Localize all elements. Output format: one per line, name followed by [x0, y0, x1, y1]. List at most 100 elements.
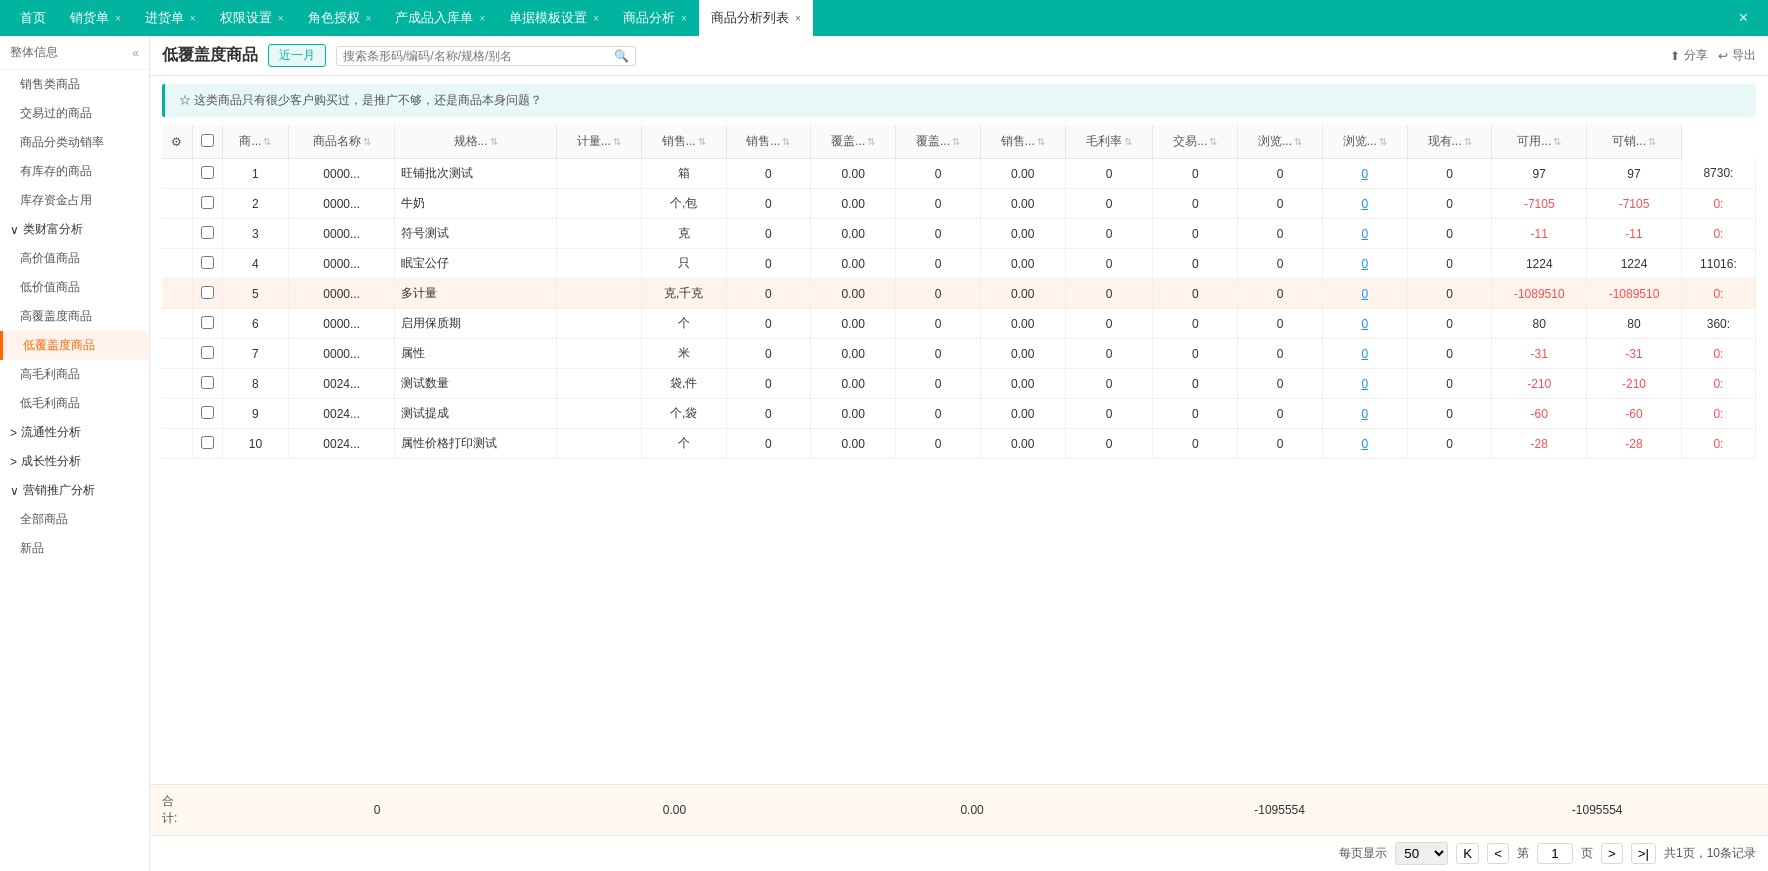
- cell-sellable: 11016:: [1681, 249, 1755, 279]
- sidebar-item-in-stock[interactable]: 有库存的商品: [0, 157, 149, 186]
- table-row: 8 0024... 测试数量 袋,件 0 0.00 0 0.00 0 0 0 0…: [162, 369, 1756, 399]
- nav-role[interactable]: 角色授权 ×: [296, 0, 384, 36]
- nav-product-inbound[interactable]: 产成品入库单 ×: [383, 0, 497, 36]
- cell-check[interactable]: [192, 399, 222, 429]
- nav-sales[interactable]: 销货单 ×: [58, 0, 133, 36]
- sidebar-item-low-coverage[interactable]: 低覆盖度商品: [0, 331, 149, 360]
- cell-check[interactable]: [192, 159, 222, 189]
- cell-sale-qty: 0: [726, 159, 811, 189]
- cell-sellable: 0:: [1681, 369, 1755, 399]
- sidebar-item-high-coverage[interactable]: 高覆盖度商品: [0, 302, 149, 331]
- cell-sale-qty: 0: [726, 219, 811, 249]
- table-row: 1 0000... 旺铺批次测试 箱 0 0.00 0 0.00 0 0 0 0…: [162, 159, 1756, 189]
- cell-code: 0024...: [289, 429, 395, 459]
- table-row: 2 0000... 牛奶 个,包 0 0.00 0 0.00 0 0 0 0 0…: [162, 189, 1756, 219]
- nav-role-close[interactable]: ×: [366, 13, 372, 24]
- cell-check[interactable]: [192, 249, 222, 279]
- cell-check[interactable]: [192, 279, 222, 309]
- first-page-button[interactable]: K: [1456, 843, 1479, 864]
- col-header-check[interactable]: [192, 125, 222, 159]
- cell-browse1[interactable]: 0: [1322, 339, 1407, 369]
- cell-cover1: 0: [896, 429, 981, 459]
- cell-check[interactable]: [192, 189, 222, 219]
- cell-settings: [162, 369, 192, 399]
- nav-template-settings[interactable]: 单据模板设置 ×: [497, 0, 611, 36]
- search-input[interactable]: [343, 49, 614, 63]
- cell-spec: [557, 189, 642, 219]
- table-row: 4 0000... 眠宝公仔 只 0 0.00 0 0.00 0 0 0 0 0…: [162, 249, 1756, 279]
- nav-sales-close[interactable]: ×: [115, 13, 121, 24]
- cell-browse1[interactable]: 0: [1322, 429, 1407, 459]
- cell-browse1[interactable]: 0: [1322, 189, 1407, 219]
- cell-cover1: 0: [896, 279, 981, 309]
- nav-template-close[interactable]: ×: [593, 13, 599, 24]
- sidebar-section-wealth[interactable]: ∨ 类财富分析: [0, 215, 149, 244]
- select-all-checkbox[interactable]: [201, 134, 214, 147]
- page-size-select[interactable]: 50 20 100: [1395, 842, 1448, 865]
- sidebar-item-high-value[interactable]: 高价值商品: [0, 244, 149, 273]
- next-page-button[interactable]: >: [1601, 843, 1623, 864]
- col-header-settings[interactable]: ⚙: [162, 125, 192, 159]
- sidebar-item-low-value[interactable]: 低价值商品: [0, 273, 149, 302]
- cell-check[interactable]: [192, 219, 222, 249]
- page-number-input[interactable]: [1537, 843, 1573, 864]
- cell-browse1[interactable]: 0: [1322, 399, 1407, 429]
- cell-name: 属性: [394, 339, 556, 369]
- nav-product-inbound-close[interactable]: ×: [479, 13, 485, 24]
- prev-page-button[interactable]: <: [1487, 843, 1509, 864]
- sidebar-collapse-btn[interactable]: «: [132, 46, 139, 60]
- nav-purchase[interactable]: 进货单 ×: [133, 0, 208, 36]
- search-icon[interactable]: 🔍: [614, 49, 629, 63]
- nav-permission[interactable]: 权限设置 ×: [208, 0, 296, 36]
- export-button[interactable]: ↩ 导出: [1718, 47, 1756, 64]
- nav-analysis-list[interactable]: 商品分析列表 ×: [699, 0, 813, 36]
- cell-profit-rate: 0: [1153, 219, 1238, 249]
- sidebar-section-growth[interactable]: > 成长性分析: [0, 447, 149, 476]
- cell-cover1: 0: [896, 369, 981, 399]
- sidebar-section-circulation[interactable]: > 流通性分析: [0, 418, 149, 447]
- cell-browse1[interactable]: 0: [1322, 249, 1407, 279]
- cell-check[interactable]: [192, 309, 222, 339]
- cell-available: 97: [1587, 159, 1682, 189]
- cell-settings: [162, 249, 192, 279]
- nav-analysis-close[interactable]: ×: [681, 13, 687, 24]
- cell-sale-amt: 0.00: [811, 219, 896, 249]
- nav-analysis-list-close[interactable]: ×: [795, 13, 801, 24]
- cell-cover2: 0.00: [980, 249, 1065, 279]
- cell-browse1[interactable]: 0: [1322, 279, 1407, 309]
- nav-home[interactable]: 首页: [8, 0, 58, 36]
- sidebar-item-stock-fund[interactable]: 库存资金占用: [0, 186, 149, 215]
- nav-product-analysis[interactable]: 商品分析 ×: [611, 0, 699, 36]
- sidebar-section-marketing[interactable]: ∨ 营销推广分析: [0, 476, 149, 505]
- nav-permission-close[interactable]: ×: [278, 13, 284, 24]
- period-button[interactable]: 近一月: [268, 44, 326, 67]
- cell-profit-rate: 0: [1153, 159, 1238, 189]
- table-header-row: ⚙ 商...⇅ 商品名称⇅ 规格...⇅ 计量...⇅ 销售...⇅ 销售...…: [162, 125, 1756, 159]
- cell-browse1[interactable]: 0: [1322, 309, 1407, 339]
- sidebar-item-low-margin[interactable]: 低毛利商品: [0, 389, 149, 418]
- cell-check[interactable]: [192, 339, 222, 369]
- cell-browse1[interactable]: 0: [1322, 369, 1407, 399]
- window-close-button[interactable]: ×: [1727, 9, 1760, 27]
- sidebar-item-all-goods[interactable]: 全部商品: [0, 505, 149, 534]
- share-button[interactable]: ⬆ 分享: [1670, 47, 1708, 64]
- sidebar-item-new-goods[interactable]: 新品: [0, 534, 149, 563]
- table-row: 3 0000... 符号测试 克 0 0.00 0 0.00 0 0 0 0 0…: [162, 219, 1756, 249]
- cell-check[interactable]: [192, 369, 222, 399]
- cell-browse1[interactable]: 0: [1322, 219, 1407, 249]
- cell-spec: [557, 339, 642, 369]
- sidebar-item-traded-goods[interactable]: 交易过的商品: [0, 99, 149, 128]
- cell-cover1: 0: [896, 309, 981, 339]
- cell-sale-amt: 0.00: [811, 339, 896, 369]
- top-navigation: 首页 销货单 × 进货单 × 权限设置 × 角色授权 × 产成品入库单 × 单据…: [0, 0, 1768, 36]
- cell-current: -28: [1492, 429, 1587, 459]
- cell-browse1[interactable]: 0: [1322, 159, 1407, 189]
- cell-name: 眠宝公仔: [394, 249, 556, 279]
- sidebar-item-sales-goods[interactable]: 销售类商品: [0, 70, 149, 99]
- sidebar-item-high-margin[interactable]: 高毛利商品: [0, 360, 149, 389]
- nav-purchase-close[interactable]: ×: [190, 13, 196, 24]
- cell-check[interactable]: [192, 429, 222, 459]
- cell-sale-amt: 0.00: [811, 309, 896, 339]
- sidebar-item-category-rate[interactable]: 商品分类动销率: [0, 128, 149, 157]
- last-page-button[interactable]: >|: [1631, 843, 1656, 864]
